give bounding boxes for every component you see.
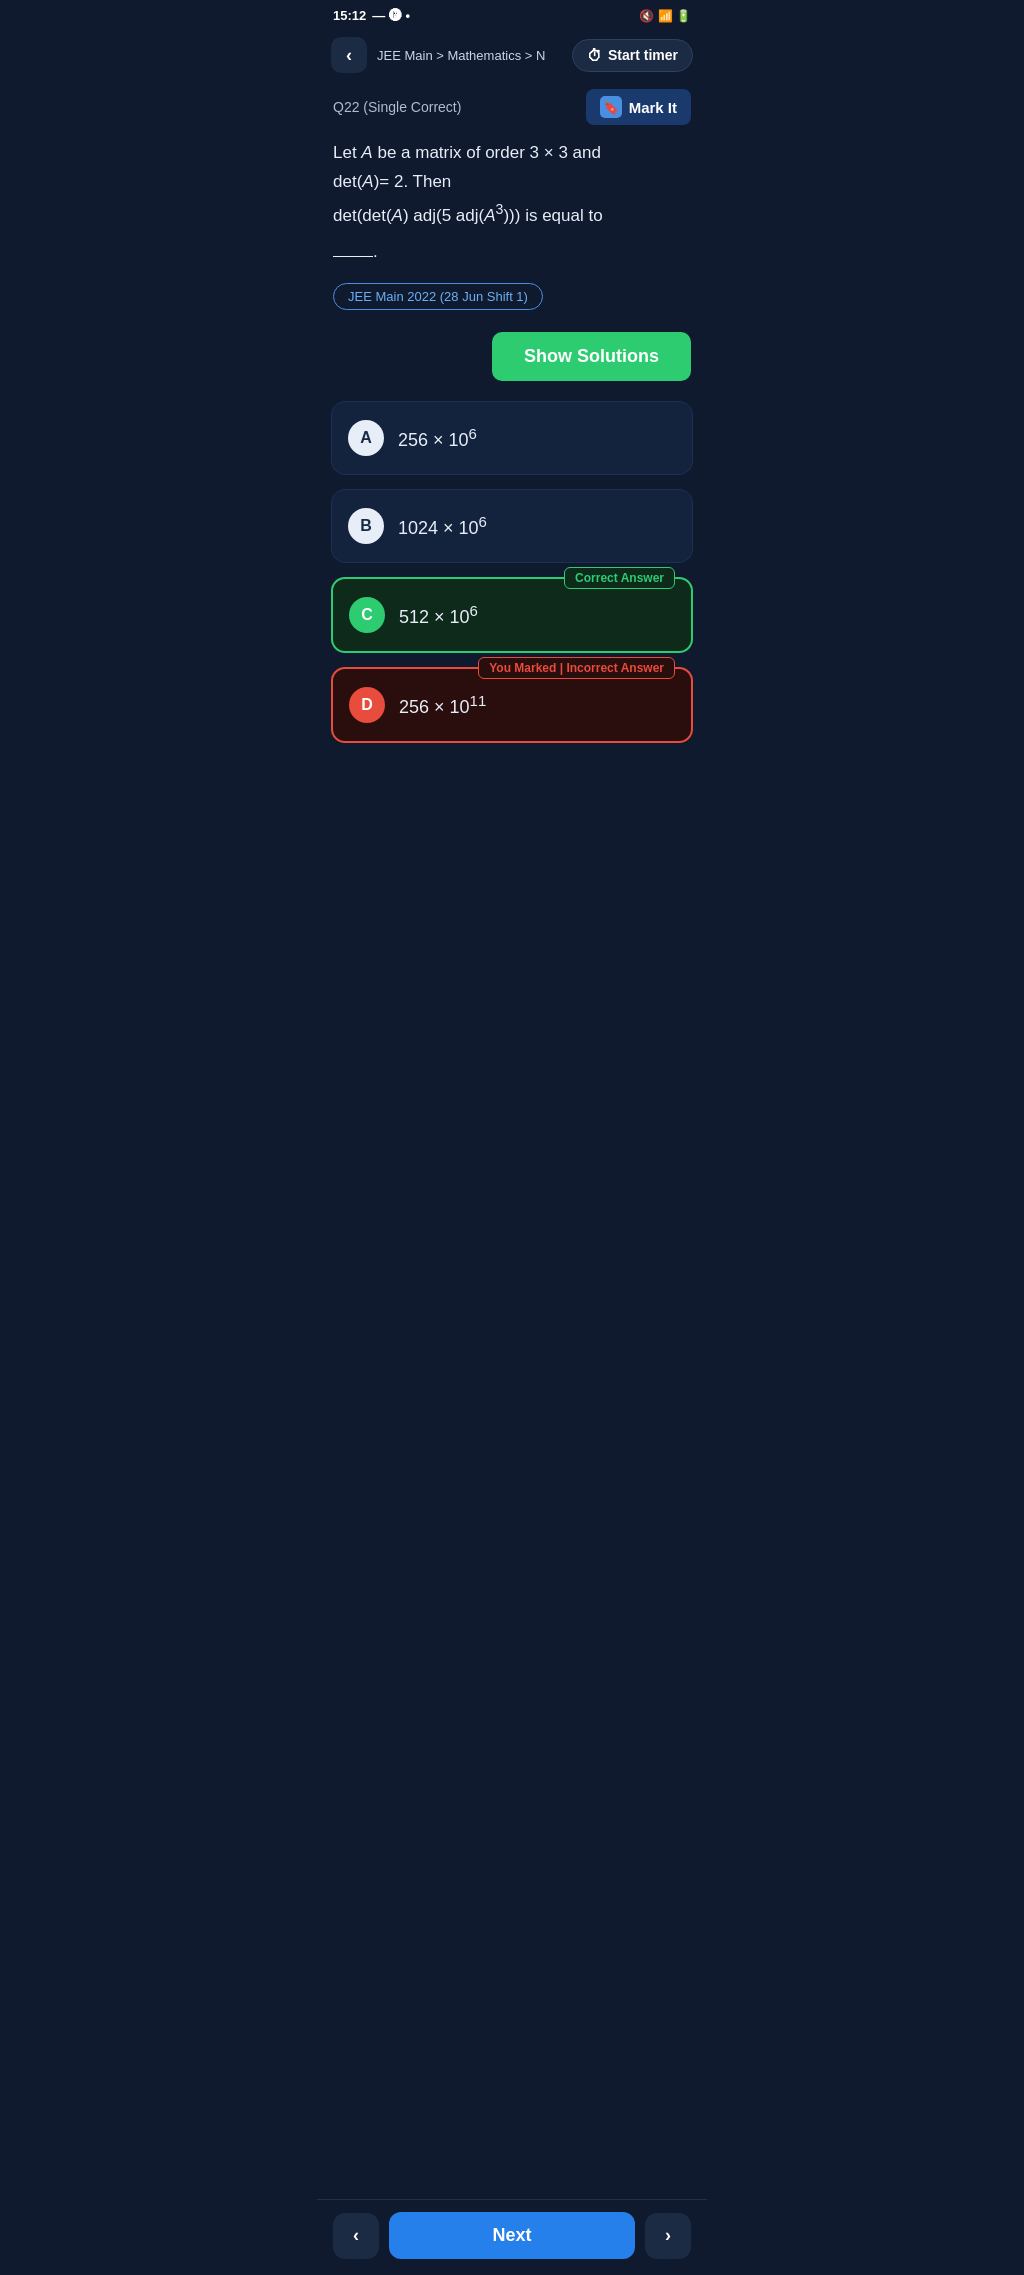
option-b-text: 1024 × 106 [398,513,487,539]
mark-it-label: Mark It [629,99,677,116]
breadcrumb: JEE Main > Mathematics > N [377,48,562,63]
option-c-badge: C [349,597,385,633]
header: ‹ JEE Main > Mathematics > N ⏱ Start tim… [317,29,707,83]
bookmark-icon: 🔖 [600,96,622,118]
option-d[interactable]: You Marked | Incorrect Answer D 256 × 10… [331,667,693,743]
question-label: Q22 (Single Correct) [333,99,461,115]
status-icons: — 🅜 • [372,8,410,23]
incorrect-answer-tag: You Marked | Incorrect Answer [478,657,675,679]
correct-answer-tag: Correct Answer [564,567,675,589]
status-right: 🔇 📶 🔋 [639,9,691,23]
tag-container: JEE Main 2022 (28 Jun Shift 1) [317,283,707,326]
start-timer-button[interactable]: ⏱ Start timer [572,39,693,72]
question-text: Let A be a matrix of order 3 × 3 and det… [317,135,707,283]
option-b[interactable]: B 1024 × 106 [331,489,693,563]
option-a-text: 256 × 106 [398,425,477,451]
back-arrow-icon: ‹ [346,45,352,66]
option-a-badge: A [348,420,384,456]
back-button[interactable]: ‹ [331,37,367,73]
mark-it-button[interactable]: 🔖 Mark It [586,89,691,125]
show-solutions-button[interactable]: Show Solutions [492,332,691,381]
network-icons: 🔇 📶 🔋 [639,9,691,23]
timer-icon: ⏱ [587,47,602,64]
option-a[interactable]: A 256 × 106 [331,401,693,475]
option-d-badge: D [349,687,385,723]
question-meta: Q22 (Single Correct) 🔖 Mark It [317,83,707,135]
status-time: 15:12 [333,8,366,23]
status-left: 15:12 — 🅜 • [333,8,410,23]
option-b-badge: B [348,508,384,544]
option-c[interactable]: Correct Answer C 512 × 106 [331,577,693,653]
options-container: A 256 × 106 B 1024 × 106 Correct Answer … [317,401,707,743]
question-tag: JEE Main 2022 (28 Jun Shift 1) [333,283,543,310]
option-d-text: 256 × 1011 [399,692,486,718]
timer-label: Start timer [608,47,678,63]
option-c-text: 512 × 106 [399,602,478,628]
status-bar: 15:12 — 🅜 • 🔇 📶 🔋 [317,0,707,29]
